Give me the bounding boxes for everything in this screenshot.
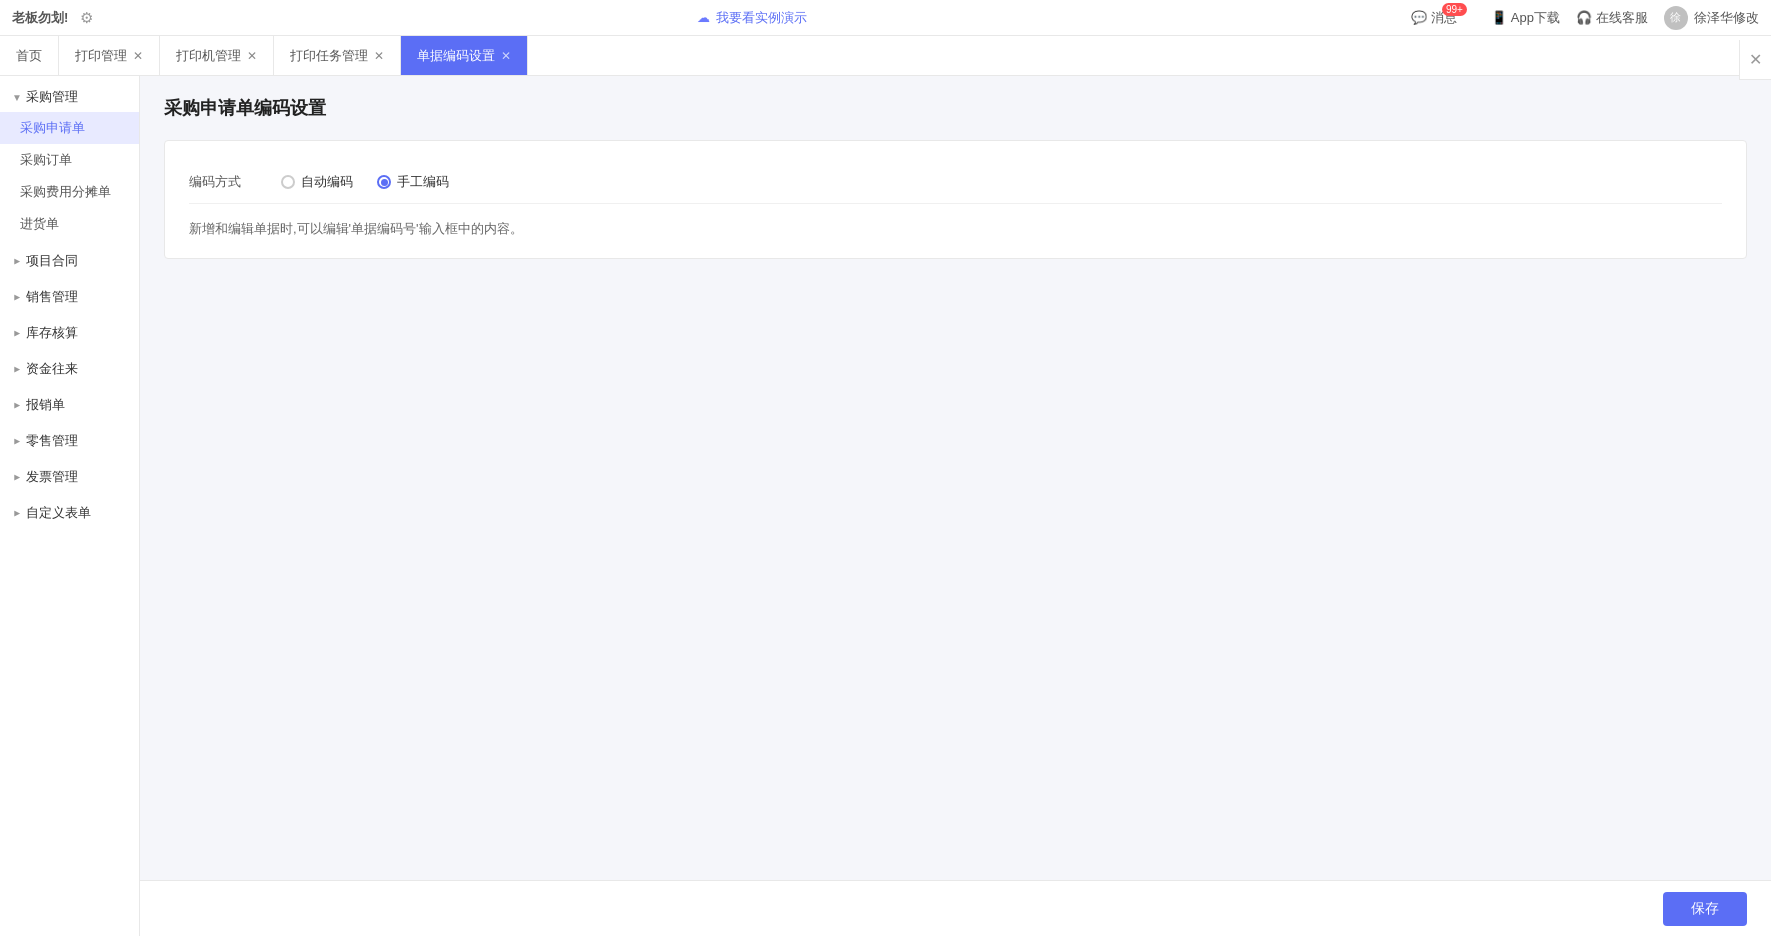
- sidebar-group-purchase-mgmt-title[interactable]: ▼ 采购管理: [0, 80, 139, 112]
- user-area[interactable]: 徐 徐泽华修改: [1664, 6, 1759, 30]
- message-button[interactable]: 💬 消息 99+: [1411, 9, 1457, 27]
- app-download-button[interactable]: 📱 App下载: [1491, 9, 1560, 27]
- radio-auto-code[interactable]: 自动编码: [281, 173, 353, 191]
- sidebar-group-sales-mgmt: ▼ 销售管理: [0, 280, 139, 312]
- top-bar-left: 老板勿划! ⚙: [12, 9, 93, 27]
- content-area: 采购申请单编码设置 编码方式 自动编码 手工编码: [140, 76, 1771, 936]
- top-bar-center: ☁ 我要看实例演示: [697, 9, 807, 27]
- sidebar-group-sales-mgmt-label: 销售管理: [26, 288, 78, 306]
- support-label: 在线客服: [1596, 9, 1648, 27]
- sidebar-group-purchase-mgmt-items: 采购申请单 采购订单 采购费用分摊单 进货单: [0, 112, 139, 240]
- sidebar-group-invoice-mgmt-label: 发票管理: [26, 468, 78, 486]
- sidebar-group-custom-form-arrow: ▼: [11, 508, 22, 518]
- save-button[interactable]: 保存: [1663, 892, 1747, 926]
- radio-auto-label: 自动编码: [301, 173, 353, 191]
- sidebar-group-invoice-mgmt-arrow: ▼: [11, 472, 22, 482]
- window-close-button[interactable]: ✕: [1739, 40, 1771, 80]
- sidebar-group-returns-title[interactable]: ▼ 报销单: [0, 388, 139, 420]
- tab-home[interactable]: 首页: [0, 36, 59, 75]
- sidebar-group-purchase-mgmt-arrow: ▼: [12, 92, 22, 103]
- sidebar-item-purchase-order[interactable]: 采购订单: [0, 144, 139, 176]
- support-icon: 🎧: [1576, 10, 1592, 25]
- settings-icon[interactable]: ⚙: [80, 9, 93, 27]
- sidebar-group-inventory-arrow: ▼: [11, 328, 22, 338]
- tab-print-mgmt-close[interactable]: ✕: [133, 49, 143, 63]
- sidebar-group-returns: ▼ 报销单: [0, 388, 139, 420]
- sidebar-group-retail-mgmt-title[interactable]: ▼ 零售管理: [0, 424, 139, 456]
- top-bar: 老板勿划! ⚙ ☁ 我要看实例演示 💬 消息 99+ 📱 App下载 🎧 在线客…: [0, 0, 1771, 36]
- sidebar-group-invoice-mgmt: ▼ 发票管理: [0, 460, 139, 492]
- sidebar-group-purchase-mgmt: ▼ 采购管理 采购申请单 采购订单 采购费用分摊单 进货单: [0, 80, 139, 240]
- top-bar-right: 💬 消息 99+ 📱 App下载 🎧 在线客服 徐 徐泽华修改: [1411, 6, 1759, 30]
- sidebar-group-capital: ▼ 资金往来: [0, 352, 139, 384]
- support-button[interactable]: 🎧 在线客服: [1576, 9, 1648, 27]
- sidebar-group-retail-mgmt-arrow: ▼: [11, 436, 22, 446]
- sidebar-group-capital-label: 资金往来: [26, 360, 78, 378]
- sidebar-item-purchase-expense[interactable]: 采购费用分摊单: [0, 176, 139, 208]
- sidebar-group-inventory-title[interactable]: ▼ 库存核算: [0, 316, 139, 348]
- sidebar-group-capital-arrow: ▼: [11, 364, 22, 374]
- sidebar-group-sales-mgmt-title[interactable]: ▼ 销售管理: [0, 280, 139, 312]
- tab-home-label: 首页: [16, 47, 42, 65]
- hint-text: 新增和编辑单据时,可以编辑'单据编码号'输入框中的内容。: [189, 220, 1722, 238]
- sidebar-group-project-contract-arrow: ▼: [11, 256, 22, 266]
- app-download-label: App下载: [1511, 9, 1560, 27]
- sidebar-group-capital-title[interactable]: ▼ 资金往来: [0, 352, 139, 384]
- message-badge: 99+: [1442, 3, 1467, 16]
- sidebar-group-project-contract: ▼ 项目合同: [0, 244, 139, 276]
- sidebar-group-project-contract-title[interactable]: ▼ 项目合同: [0, 244, 139, 276]
- message-icon: 💬: [1411, 10, 1427, 25]
- sidebar-item-purchase-request[interactable]: 采购申请单: [0, 112, 139, 144]
- tab-print-mgmt[interactable]: 打印管理 ✕: [59, 36, 160, 75]
- tab-print-mgmt-label: 打印管理: [75, 47, 127, 65]
- sidebar-group-sales-mgmt-arrow: ▼: [11, 292, 22, 302]
- sidebar-group-returns-arrow: ▼: [11, 400, 22, 410]
- tab-print-task-mgmt-close[interactable]: ✕: [374, 49, 384, 63]
- window-close-icon: ✕: [1749, 50, 1762, 69]
- sidebar-group-retail-mgmt-label: 零售管理: [26, 432, 78, 450]
- page-title: 采购申请单编码设置: [164, 96, 1747, 120]
- tab-print-task-mgmt[interactable]: 打印任务管理 ✕: [274, 36, 401, 75]
- page-footer: 保存: [140, 880, 1771, 936]
- encoding-card: 编码方式 自动编码 手工编码 新增和编辑单据时,可以编辑'单据编码号'输入框中的…: [164, 140, 1747, 259]
- radio-manual-code[interactable]: 手工编码: [377, 173, 449, 191]
- page-body: 采购申请单编码设置 编码方式 自动编码 手工编码: [140, 76, 1771, 880]
- sidebar-group-custom-form-label: 自定义表单: [26, 504, 91, 522]
- cloud-icon: ☁: [697, 10, 710, 25]
- tab-printer-mgmt-label: 打印机管理: [176, 47, 241, 65]
- encoding-row: 编码方式 自动编码 手工编码: [189, 161, 1722, 204]
- main-layout: ▼ 采购管理 采购申请单 采购订单 采购费用分摊单 进货单 ▼ 项目合同 ▼ 销…: [0, 76, 1771, 936]
- sidebar: ▼ 采购管理 采购申请单 采购订单 采购费用分摊单 进货单 ▼ 项目合同 ▼ 销…: [0, 76, 140, 936]
- sidebar-group-project-contract-label: 项目合同: [26, 252, 78, 270]
- sidebar-group-custom-form: ▼ 自定义表单: [0, 496, 139, 528]
- sidebar-group-inventory-label: 库存核算: [26, 324, 78, 342]
- sidebar-group-inventory: ▼ 库存核算: [0, 316, 139, 348]
- sidebar-group-retail-mgmt: ▼ 零售管理: [0, 424, 139, 456]
- brand-label: 老板勿划!: [12, 9, 68, 27]
- tab-printer-mgmt[interactable]: 打印机管理 ✕: [160, 36, 274, 75]
- encoding-label: 编码方式: [189, 173, 249, 191]
- radio-manual-label: 手工编码: [397, 173, 449, 191]
- sidebar-group-custom-form-title[interactable]: ▼ 自定义表单: [0, 496, 139, 528]
- demo-link[interactable]: 我要看实例演示: [716, 9, 807, 27]
- tab-single-code-setting-close[interactable]: ✕: [501, 49, 511, 63]
- sidebar-item-stock-in[interactable]: 进货单: [0, 208, 139, 240]
- sidebar-group-purchase-mgmt-label: 采购管理: [26, 88, 78, 106]
- radio-manual-circle[interactable]: [377, 175, 391, 189]
- tab-single-code-setting[interactable]: 单据编码设置 ✕: [401, 36, 528, 75]
- sidebar-group-invoice-mgmt-title[interactable]: ▼ 发票管理: [0, 460, 139, 492]
- user-name: 徐泽华修改: [1694, 9, 1759, 27]
- avatar: 徐: [1664, 6, 1688, 30]
- radio-auto-circle[interactable]: [281, 175, 295, 189]
- tab-bar: 首页 打印管理 ✕ 打印机管理 ✕ 打印任务管理 ✕ 单据编码设置 ✕: [0, 36, 1771, 76]
- sidebar-group-returns-label: 报销单: [26, 396, 65, 414]
- tab-single-code-setting-label: 单据编码设置: [417, 47, 495, 65]
- tab-print-task-mgmt-label: 打印任务管理: [290, 47, 368, 65]
- app-download-icon: 📱: [1491, 10, 1507, 25]
- radio-group: 自动编码 手工编码: [281, 173, 449, 191]
- tab-printer-mgmt-close[interactable]: ✕: [247, 49, 257, 63]
